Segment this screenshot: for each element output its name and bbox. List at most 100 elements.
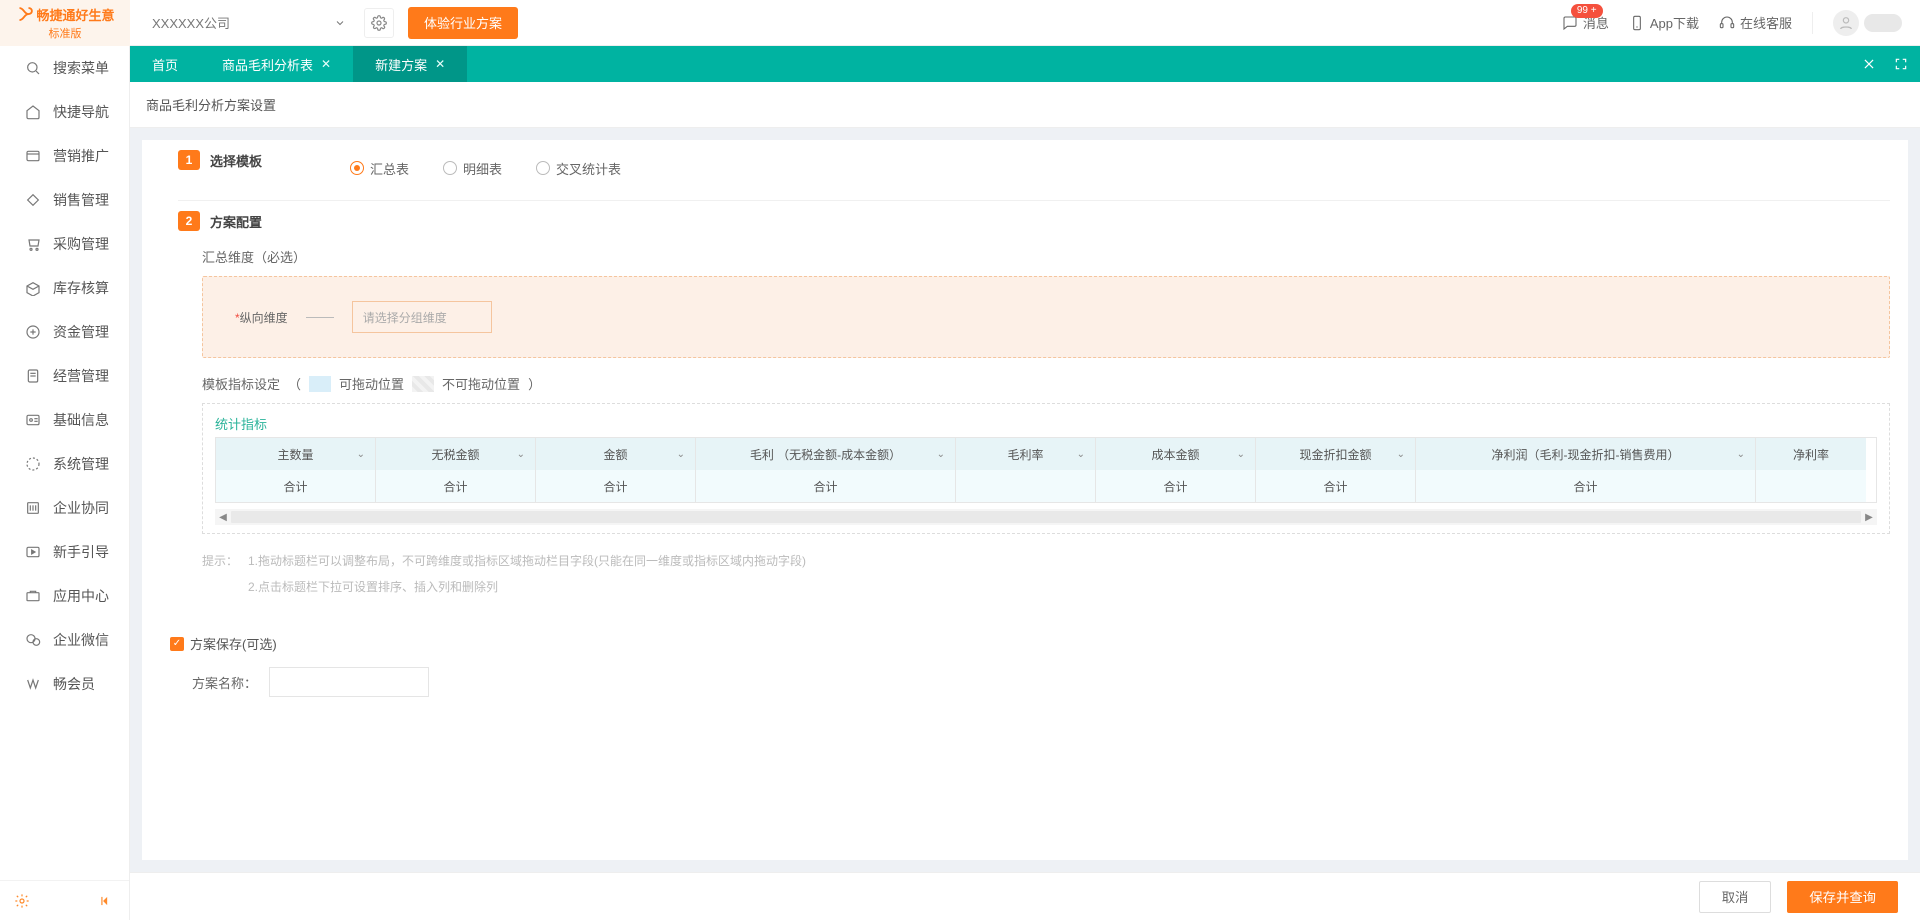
radio-cross[interactable]: 交叉统计表 — [536, 159, 621, 178]
vertical-dimension-label: *纵向维度 — [235, 309, 288, 326]
sidebar-item-guide[interactable]: 新手引导 — [0, 530, 129, 574]
sidebar-item-collab[interactable]: 企业协同 — [0, 486, 129, 530]
radio-unchecked-icon — [443, 161, 457, 175]
save-plan-checkbox[interactable]: ✓ — [170, 637, 184, 651]
experience-plan-button[interactable]: 体验行业方案 — [408, 7, 518, 39]
col-header-amount[interactable]: 金额⌄ — [536, 438, 696, 470]
save-and-query-button[interactable]: 保存并查询 — [1787, 881, 1898, 913]
sidebar-item-vip[interactable]: 畅会员 — [0, 662, 129, 706]
stats-indicator-title: 统计指标 — [215, 414, 1877, 433]
col-header-discount[interactable]: 现金折扣金额⌄ — [1256, 438, 1416, 470]
sidebar-item-inventory[interactable]: 库存核算 — [0, 266, 129, 310]
sidebar-item-app-center[interactable]: 应用中心 — [0, 574, 129, 618]
coin-icon — [24, 323, 42, 341]
app-root: 畅捷通好生意 标准版 XXXXXX公司 体验行业方案 99 + 消息 App下载 — [0, 0, 1920, 920]
chevron-down-icon: ⌄ — [357, 449, 365, 460]
close-icon[interactable]: ✕ — [321, 57, 331, 71]
plan-name-label: 方案名称： — [192, 673, 257, 692]
sidebar-item-wechat[interactable]: 企业微信 — [0, 618, 129, 662]
close-icon[interactable]: ✕ — [435, 57, 445, 71]
brand-block: 畅捷通好生意 标准版 — [0, 0, 130, 46]
group-dimension-select[interactable]: 请选择分组维度 — [352, 301, 492, 333]
sidebar-item-system[interactable]: 系统管理 — [0, 442, 129, 486]
company-select[interactable]: XXXXXX公司 — [144, 8, 354, 38]
chevron-down-icon: ⌄ — [1397, 449, 1405, 460]
grid-header-row: 主数量⌄ 无税金额⌄ 金额⌄ 毛利 （无税金额-成本金额）⌄ 毛利率⌄ 成本金额… — [216, 438, 1876, 470]
search-icon — [24, 59, 42, 77]
play-icon — [24, 543, 42, 561]
total-cell: 合计 — [376, 470, 536, 502]
sidebar: 搜索菜单 快捷导航 营销推广 销售管理 采购管理 库存核算 — [0, 46, 130, 920]
company-select-value: XXXXXX公司 — [152, 13, 230, 32]
close-all-tabs-button[interactable] — [1854, 46, 1884, 82]
step-2-section: 2 方案配置 汇总维度（必选） *纵向维度 请选择分组维度 — [178, 201, 1890, 620]
id-icon — [24, 411, 42, 429]
tab-home[interactable]: 首页 — [130, 46, 200, 82]
tab-product-profit-report[interactable]: 商品毛利分析表 ✕ — [200, 46, 353, 82]
sliders-icon — [24, 455, 42, 473]
plan-name-input[interactable] — [269, 667, 429, 697]
step-1-section: 1 选择模板 汇总表 明细表 — [178, 140, 1890, 201]
fullscreen-button[interactable] — [1886, 46, 1916, 82]
radio-unchecked-icon — [536, 161, 550, 175]
chevron-down-icon: ⌄ — [937, 449, 945, 460]
settings-button[interactable] — [364, 8, 394, 38]
user-menu[interactable] — [1833, 10, 1902, 36]
total-cell: 合计 — [696, 470, 956, 502]
messages-link[interactable]: 99 + 消息 — [1562, 13, 1609, 32]
template-indicator-legend: 模板指标设定 （ 可拖动位置 不可拖动位置 ） — [202, 374, 1890, 393]
sidebar-item-finance[interactable]: 资金管理 — [0, 310, 129, 354]
radio-detail[interactable]: 明细表 — [443, 159, 502, 178]
col-header-gross[interactable]: 毛利 （无税金额-成本金额）⌄ — [696, 438, 956, 470]
chevron-down-icon: ⌄ — [517, 449, 525, 460]
content-scroll[interactable]: 1 选择模板 汇总表 明细表 — [142, 140, 1908, 860]
clipboard-icon — [24, 367, 42, 385]
col-header-netprofit[interactable]: 净利润（毛利-现金折扣-销售费用）⌄ — [1416, 438, 1756, 470]
total-cell: 合计 — [536, 470, 696, 502]
page-title: 商品毛利分析方案设置 — [130, 82, 1920, 128]
tab-new-plan[interactable]: 新建方案 ✕ — [353, 46, 467, 82]
sidebar-item-marketing[interactable]: 营销推广 — [0, 134, 129, 178]
box-icon — [24, 279, 42, 297]
chevron-down-icon: ⌄ — [1237, 449, 1245, 460]
brand-name: 畅捷通好生意 — [36, 5, 114, 24]
brand-edition: 标准版 — [49, 25, 82, 41]
avatar-icon — [1833, 10, 1859, 36]
col-header-cost[interactable]: 成本金额⌄ — [1096, 438, 1256, 470]
sidebar-item-search-menu[interactable]: 搜索菜单 — [0, 46, 129, 90]
indicator-grid-wrap: 统计指标 主数量⌄ 无税金额⌄ 金额⌄ 毛利 （无税金额-成本金额）⌄ 毛利率⌄… — [202, 403, 1890, 534]
indicator-grid: 主数量⌄ 无税金额⌄ 金额⌄ 毛利 （无税金额-成本金额）⌄ 毛利率⌄ 成本金额… — [215, 437, 1877, 503]
col-header-grossrate[interactable]: 毛利率⌄ — [956, 438, 1096, 470]
sidebar-item-sales[interactable]: 销售管理 — [0, 178, 129, 222]
sidebar-item-quick-nav[interactable]: 快捷导航 — [0, 90, 129, 134]
sidebar-item-purchase[interactable]: 采购管理 — [0, 222, 129, 266]
radio-summary[interactable]: 汇总表 — [350, 159, 409, 178]
gear-icon — [371, 15, 387, 31]
total-cell: 合计 — [1416, 470, 1756, 502]
sidebar-item-operation[interactable]: 经营管理 — [0, 354, 129, 398]
grid-horizontal-scrollbar[interactable]: ◀ ▶ — [215, 509, 1877, 525]
chevron-down-icon — [334, 17, 346, 29]
building-icon — [24, 499, 42, 517]
col-header-notax[interactable]: 无税金额⌄ — [376, 438, 536, 470]
fullscreen-icon — [1894, 57, 1908, 71]
sidebar-collapse-button[interactable] — [97, 894, 115, 908]
online-service-link[interactable]: 在线客服 — [1719, 13, 1792, 32]
sidebar-settings-button[interactable] — [14, 893, 30, 909]
cart-icon — [24, 235, 42, 253]
total-cell — [1756, 470, 1866, 502]
phone-icon — [1629, 15, 1645, 31]
scroll-left-icon[interactable]: ◀ — [215, 509, 231, 525]
app-download-link[interactable]: App下载 — [1629, 13, 1699, 32]
fixed-swatch-icon — [412, 376, 434, 392]
tab-bar: 首页 商品毛利分析表 ✕ 新建方案 ✕ — [130, 46, 1920, 82]
col-header-netrate[interactable]: 净利率 — [1756, 438, 1866, 470]
summary-dimension-label: 汇总维度（必选） — [202, 247, 1890, 266]
brand-logo-icon — [15, 5, 33, 23]
total-cell: 合计 — [1096, 470, 1256, 502]
sidebar-item-basic-info[interactable]: 基础信息 — [0, 398, 129, 442]
col-header-qty[interactable]: 主数量⌄ — [216, 438, 376, 470]
scroll-right-icon[interactable]: ▶ — [1861, 509, 1877, 525]
save-block: ✓ 方案保存(可选) 方案名称： — [170, 634, 1890, 697]
cancel-button[interactable]: 取消 — [1699, 881, 1772, 913]
